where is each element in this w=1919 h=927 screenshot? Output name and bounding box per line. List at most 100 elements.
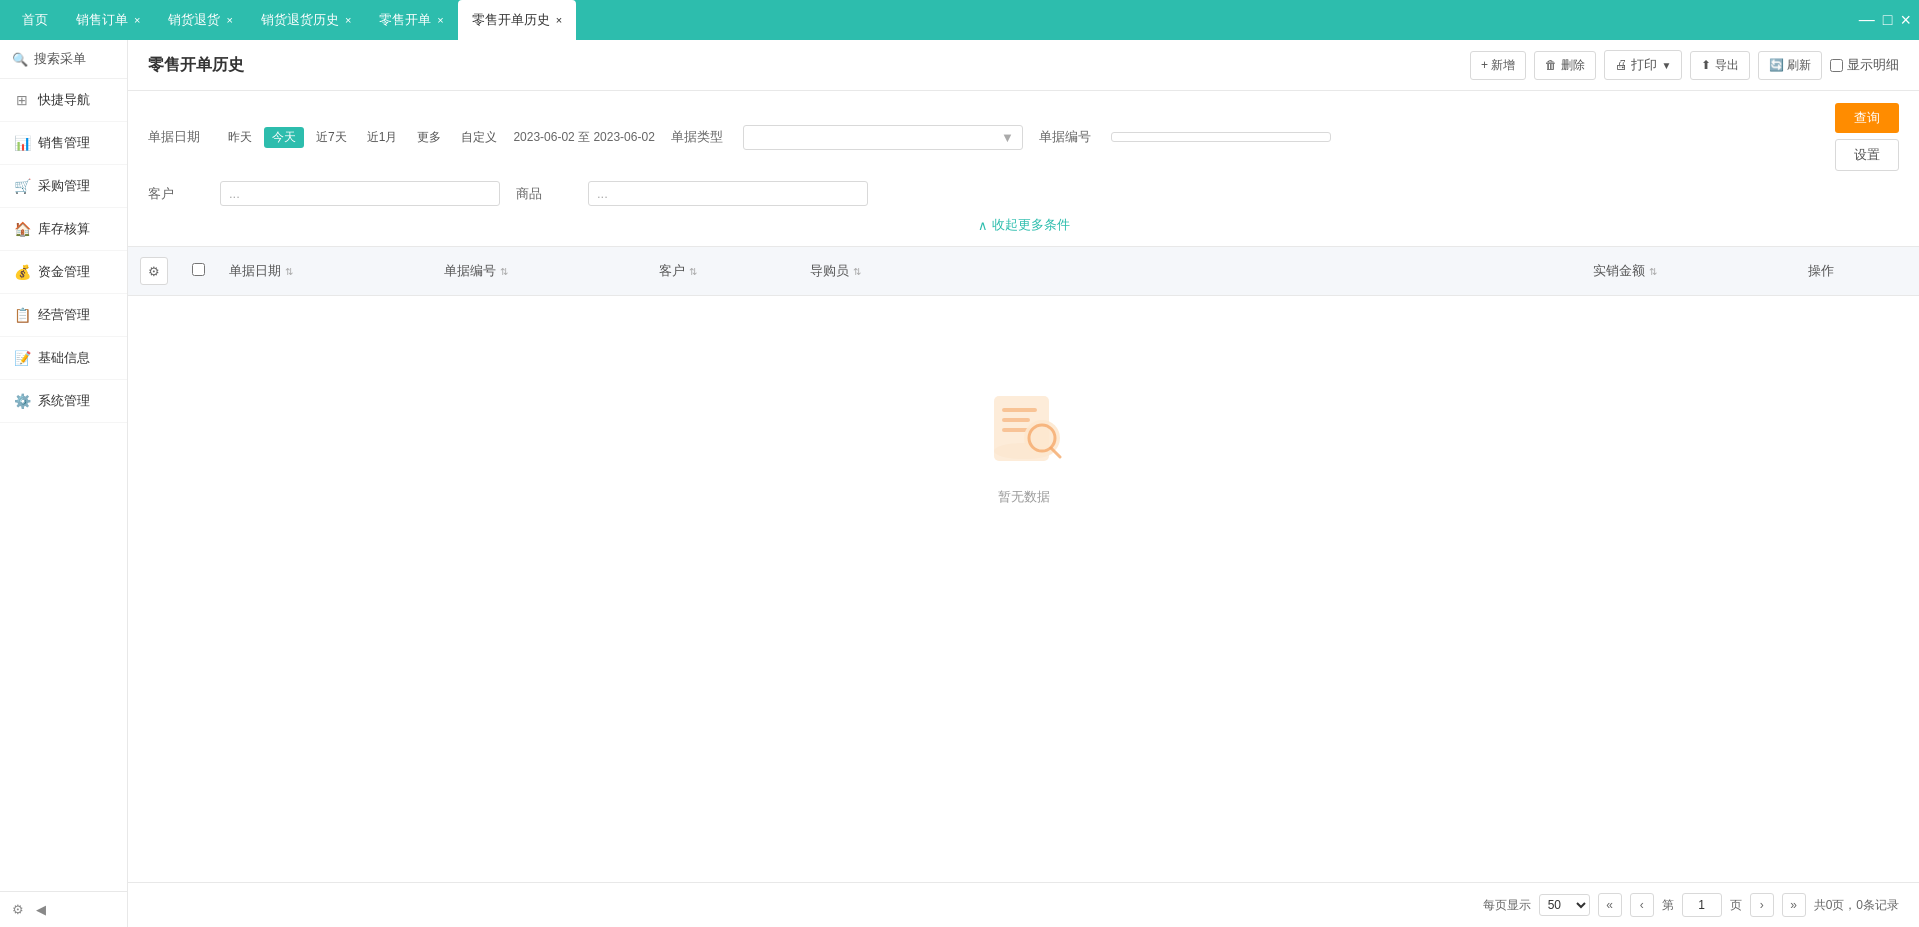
finance-icon: 💰 <box>14 264 30 280</box>
sidebar-item-basic-info[interactable]: 📝 基础信息 <box>0 337 127 380</box>
close-tab-sales-order[interactable]: × <box>134 14 140 26</box>
toolbar: + 新增 🗑 删除 🖨 打印 ▼ ⬆ 导出 🔄 刷新 显示明细 <box>1470 50 1899 80</box>
sidebar-item-system-mgmt[interactable]: ⚙️ 系统管理 <box>0 380 127 423</box>
col-action-header: 操作 <box>1796 247 1919 296</box>
col-date-sort-icon[interactable]: ⇅ <box>285 266 293 277</box>
window-controls: — □ × <box>1859 10 1911 31</box>
tab-retail-open[interactable]: 零售开单 × <box>365 0 457 40</box>
add-button[interactable]: + 新增 <box>1470 51 1526 80</box>
first-page-btn[interactable]: « <box>1598 893 1622 917</box>
query-set-group: 查询 设置 <box>1835 103 1899 171</box>
main-layout: 🔍 搜索采单 ⊞ 快捷导航 📊 销售管理 🛒 采购管理 🏠 库存核算 💰 资金管… <box>0 40 1919 927</box>
sidebar-bottom: ⚙ ◀ <box>0 891 127 927</box>
col-amount-header: 实销金额 ⇅ <box>1581 247 1796 296</box>
print-button[interactable]: 🖨 打印 ▼ <box>1604 50 1683 80</box>
date-label: 单据日期 <box>148 128 204 146</box>
sidebar-item-sales-mgmt[interactable]: 📊 销售管理 <box>0 122 127 165</box>
show-detail-label: 显示明细 <box>1830 56 1899 74</box>
per-page-select[interactable]: 50 10 20 100 <box>1539 894 1590 916</box>
collapse-row: ∧ 收起更多条件 <box>148 216 1899 234</box>
minimize-btn[interactable]: — <box>1859 11 1875 29</box>
doc-type-arrow-icon: ▼ <box>1001 130 1014 145</box>
tab-retail-open-history[interactable]: 零售开单历史 × <box>458 0 576 40</box>
goods-input[interactable]: ... <box>588 181 868 206</box>
delete-button[interactable]: 🗑 删除 <box>1534 51 1595 80</box>
doc-no-input[interactable] <box>1111 132 1331 142</box>
inventory-icon: 🏠 <box>14 221 30 237</box>
sidebar-search[interactable]: 🔍 搜索采单 <box>0 40 127 79</box>
empty-icon <box>974 376 1074 476</box>
col-settings-header: ⚙ <box>128 247 180 296</box>
sidebar-item-purchase-mgmt[interactable]: 🛒 采购管理 <box>0 165 127 208</box>
table-settings-btn[interactable]: ⚙ <box>140 257 168 285</box>
sidebar-settings-icon[interactable]: ⚙ <box>12 902 24 917</box>
goods-placeholder: ... <box>597 186 608 201</box>
sidebar-item-quick-nav[interactable]: ⊞ 快捷导航 <box>0 79 127 122</box>
select-all-checkbox[interactable] <box>192 263 205 276</box>
sidebar-item-finance[interactable]: 💰 资金管理 <box>0 251 127 294</box>
filter-panel: 单据日期 昨天 今天 近7天 近1月 更多 自定义 2023-06-02 至 2… <box>128 91 1919 247</box>
col-customer-sort-icon[interactable]: ⇅ <box>689 266 697 277</box>
page-label: 页 <box>1730 897 1742 914</box>
refresh-button[interactable]: 🔄 刷新 <box>1758 51 1822 80</box>
date-tab-today[interactable]: 今天 <box>264 127 304 148</box>
date-tab-1month[interactable]: 近1月 <box>359 127 406 148</box>
window-close-btn[interactable]: × <box>1900 10 1911 31</box>
empty-state: 暂无数据 <box>128 296 1919 586</box>
top-bar: 首页 销售订单 × 销货退货 × 销货退货历史 × 零售开单 × 零售开单历史 … <box>0 0 1919 40</box>
page-total: 共0页，0条记录 <box>1814 897 1899 914</box>
tab-sales-order[interactable]: 销售订单 × <box>62 0 154 40</box>
page-input[interactable] <box>1682 893 1722 917</box>
data-table: ⚙ 单据日期 ⇅ 单据编号 ⇅ <box>128 247 1919 296</box>
col-no-header: 单据编号 ⇅ <box>432 247 647 296</box>
pagination-bar: 每页显示 50 10 20 100 « ‹ 第 页 › » 共0页，0条记录 <box>128 882 1919 927</box>
sales-mgmt-icon: 📊 <box>14 135 30 151</box>
date-tabs: 昨天 今天 近7天 近1月 更多 自定义 2023-06-02 至 2023-0… <box>220 127 655 148</box>
col-salesperson-header: 导购员 ⇅ <box>798 247 981 296</box>
prev-page-btn[interactable]: ‹ <box>1630 893 1654 917</box>
show-detail-checkbox[interactable] <box>1830 59 1843 72</box>
export-button[interactable]: ⬆ 导出 <box>1690 51 1749 80</box>
close-tab-retail-open[interactable]: × <box>437 14 443 26</box>
set-button[interactable]: 设置 <box>1835 139 1899 171</box>
date-tab-custom[interactable]: 自定义 <box>453 127 505 148</box>
customer-label: 客户 <box>148 185 204 203</box>
sidebar-collapse-icon[interactable]: ◀ <box>36 902 46 917</box>
svg-rect-2 <box>1002 408 1037 412</box>
col-amount-sort-icon[interactable]: ⇅ <box>1649 266 1657 277</box>
next-page-btn[interactable]: › <box>1750 893 1774 917</box>
filter-row-2: 客户 ... 商品 ... <box>148 181 1899 206</box>
sidebar-item-operation[interactable]: 📋 经营管理 <box>0 294 127 337</box>
last-page-btn[interactable]: » <box>1782 893 1806 917</box>
search-icon: 🔍 <box>12 52 28 67</box>
page-word: 第 <box>1662 897 1674 914</box>
customer-input[interactable]: ... <box>220 181 500 206</box>
date-range: 2023-06-02 至 2023-06-02 <box>513 129 654 146</box>
per-page-label: 每页显示 <box>1483 897 1531 914</box>
collapse-button[interactable]: ∧ 收起更多条件 <box>978 216 1070 234</box>
page-header: 零售开单历史 + 新增 🗑 删除 🖨 打印 ▼ ⬆ 导出 🔄 刷新 显示明细 <box>128 40 1919 91</box>
date-tab-yesterday[interactable]: 昨天 <box>220 127 260 148</box>
collapse-up-icon: ∧ <box>978 218 988 233</box>
col-salesperson-sort-icon[interactable]: ⇅ <box>853 266 861 277</box>
tab-sales-return-history[interactable]: 销货退货历史 × <box>247 0 365 40</box>
col-no-sort-icon[interactable]: ⇅ <box>500 266 508 277</box>
close-tab-sales-return-history[interactable]: × <box>345 14 351 26</box>
sidebar-item-inventory[interactable]: 🏠 库存核算 <box>0 208 127 251</box>
col-spacer-header <box>981 247 1581 296</box>
doc-no-label: 单据编号 <box>1039 128 1095 146</box>
tab-home[interactable]: 首页 <box>8 0 62 40</box>
quick-nav-icon: ⊞ <box>14 92 30 108</box>
content-area: 零售开单历史 + 新增 🗑 删除 🖨 打印 ▼ ⬆ 导出 🔄 刷新 显示明细 单… <box>128 40 1919 927</box>
purchase-mgmt-icon: 🛒 <box>14 178 30 194</box>
query-button[interactable]: 查询 <box>1835 103 1899 133</box>
col-customer-header: 客户 ⇅ <box>647 247 798 296</box>
tab-sales-return[interactable]: 销货退货 × <box>154 0 246 40</box>
doc-type-select[interactable]: ▼ <box>743 125 1023 150</box>
close-tab-retail-open-history[interactable]: × <box>556 14 562 26</box>
svg-rect-3 <box>1002 418 1030 422</box>
date-tab-7days[interactable]: 近7天 <box>308 127 355 148</box>
close-tab-sales-return[interactable]: × <box>226 14 232 26</box>
date-tab-more[interactable]: 更多 <box>409 127 449 148</box>
maximize-btn[interactable]: □ <box>1883 11 1893 29</box>
